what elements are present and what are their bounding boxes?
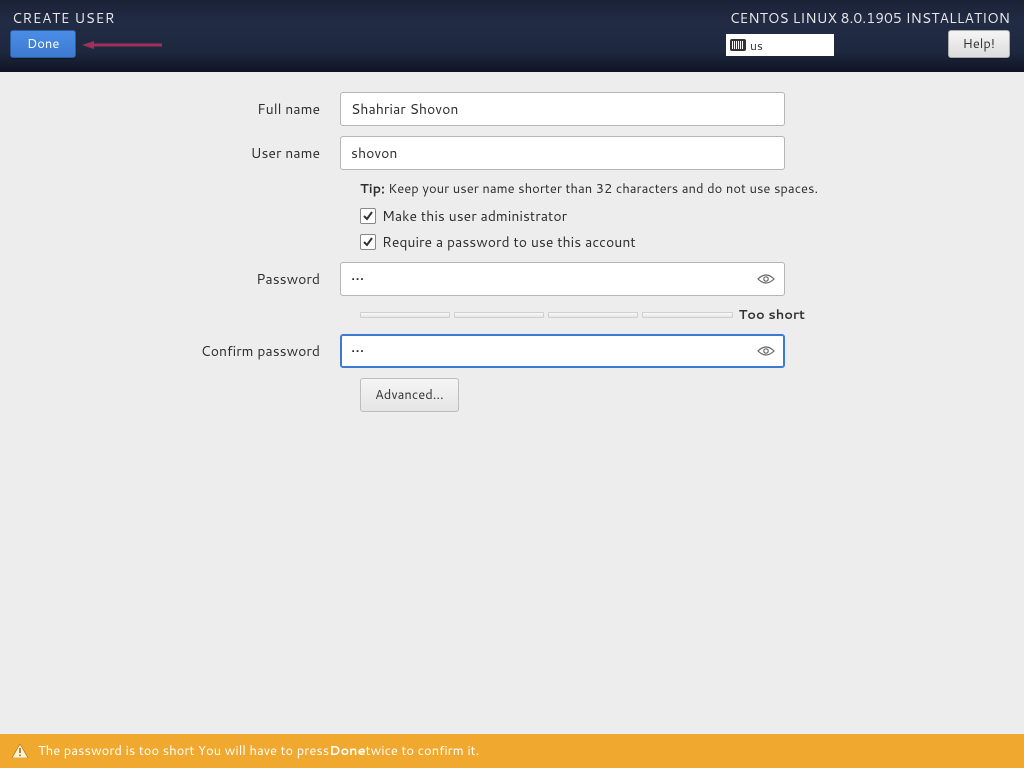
require-password-label: Require a password to use this account (382, 232, 636, 252)
keyboard-layout-indicator[interactable]: us (726, 34, 834, 56)
user-name-label: User name (0, 143, 340, 163)
warning-text-before: The password is too short You will have … (38, 742, 329, 760)
tip-label: Tip: (360, 180, 385, 198)
advanced-button[interactable]: Advanced... (360, 378, 459, 412)
user-name-input[interactable] (340, 136, 785, 170)
keyboard-layout-label: us (750, 37, 763, 54)
keyboard-icon (730, 39, 746, 51)
done-button[interactable]: Done (10, 30, 76, 58)
help-button[interactable]: Help! (948, 30, 1010, 58)
warning-text-after: twice to confirm it. (366, 742, 480, 760)
password-strength: Too short (360, 306, 805, 324)
warning-bold: Done (329, 742, 365, 760)
form-content: Full name User name Tip: Keep your user … (0, 72, 1024, 412)
username-tip: Tip: Keep your user name shorter than 32… (360, 180, 1024, 198)
tip-text: Keep your user name shorter than 32 char… (385, 180, 818, 198)
show-confirm-password-icon[interactable] (757, 345, 775, 357)
full-name-input[interactable] (340, 92, 785, 126)
password-label: Password (0, 269, 340, 289)
confirm-password-label: Confirm password (0, 341, 340, 361)
annotation-arrow (82, 40, 162, 48)
admin-checkbox[interactable] (360, 208, 376, 224)
require-password-checkbox[interactable] (360, 234, 376, 250)
warning-bar: The password is too short You will have … (0, 734, 1024, 768)
warning-icon (12, 744, 28, 758)
show-password-icon[interactable] (757, 273, 775, 285)
confirm-password-input[interactable] (340, 334, 785, 368)
full-name-label: Full name (0, 99, 340, 119)
password-input[interactable] (340, 262, 785, 296)
header-bar: CREATE USER CENTOS LINUX 8.0.1905 INSTAL… (0, 0, 1024, 72)
strength-label: Too short (739, 306, 805, 324)
strength-bar (360, 312, 733, 318)
installation-title: CENTOS LINUX 8.0.1905 INSTALLATION (730, 8, 1010, 28)
admin-checkbox-label: Make this user administrator (382, 206, 567, 226)
